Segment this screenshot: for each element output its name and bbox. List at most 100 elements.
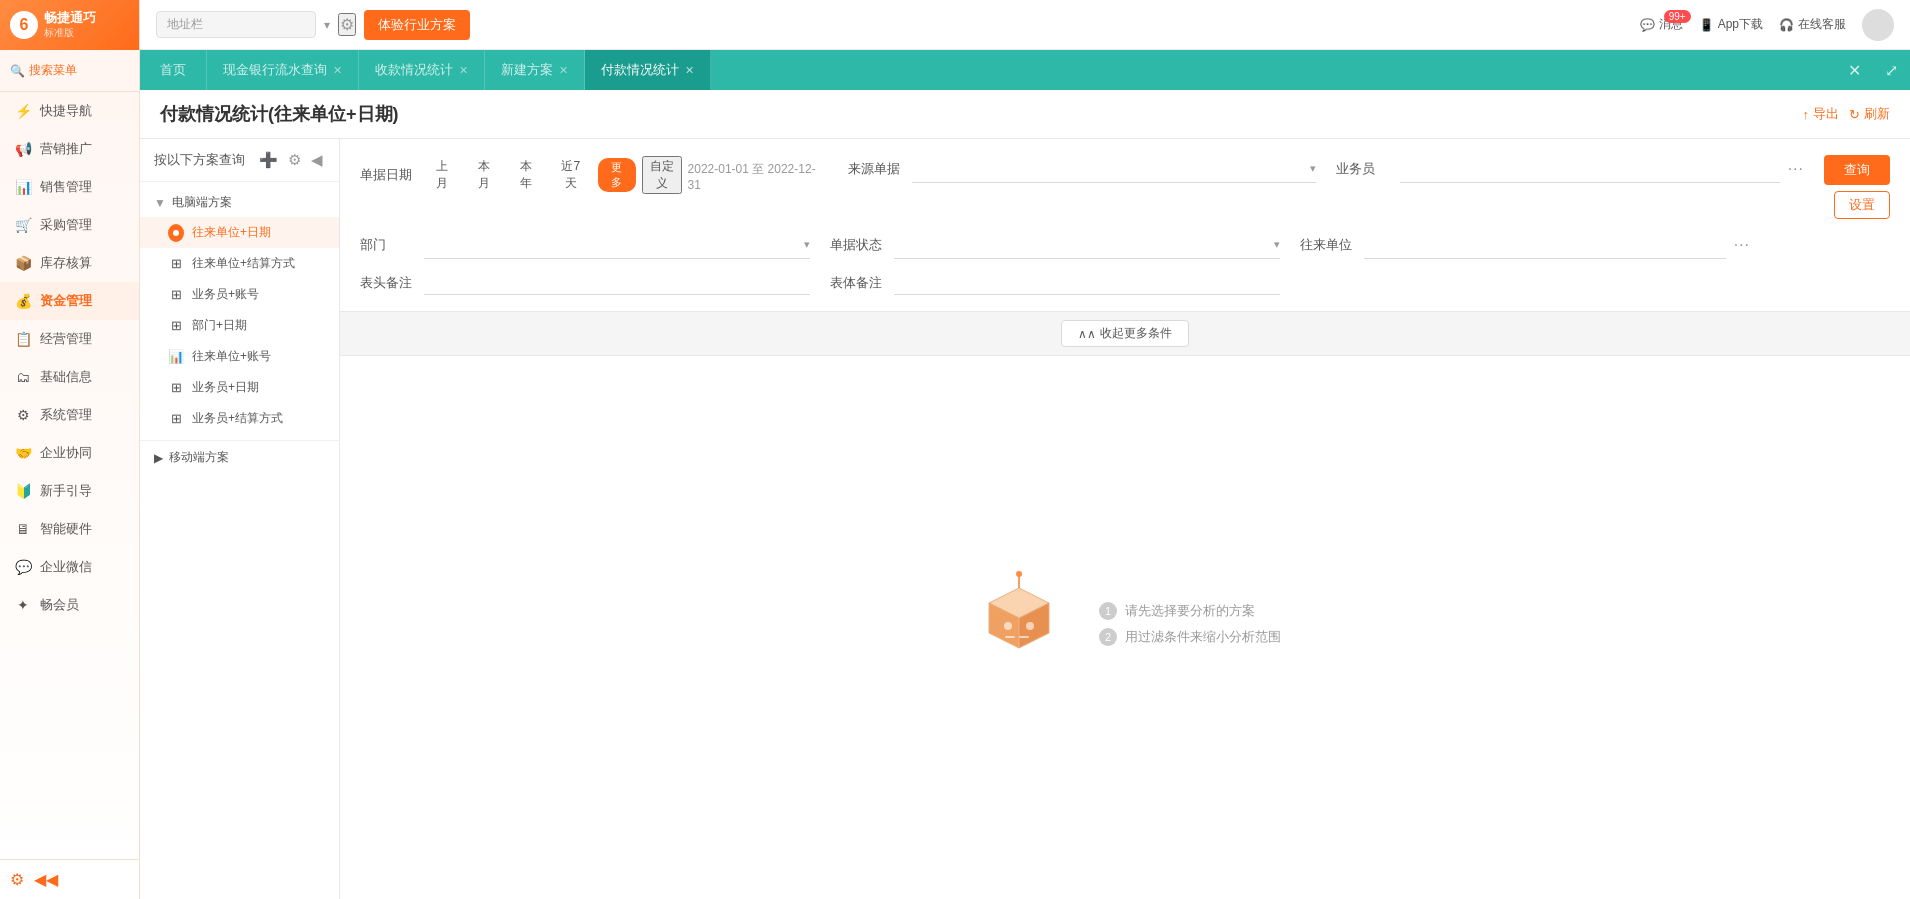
dept-select[interactable]: ▾: [424, 231, 810, 259]
date-more-btn[interactable]: 更多: [598, 158, 636, 192]
topbar: 地址栏 ▾ ⚙ 体验行业方案 💬 消息 99+ 📱 App下载 🎧 在线客服: [140, 0, 1910, 50]
service-button[interactable]: 🎧 在线客服: [1779, 16, 1846, 33]
tab-receipt-stats[interactable]: 收款情况统计 ✕: [359, 50, 485, 90]
scheme-grid-icon: ⊞: [168, 318, 184, 334]
collapse-btn-label: 收起更多条件: [1100, 325, 1172, 342]
sidebar-item-label: 新手引导: [40, 482, 92, 500]
export-button[interactable]: ↑ 导出: [1803, 105, 1840, 123]
scheme-item-salesperson-date[interactable]: ⊞ 业务员+日期: [140, 372, 339, 403]
topbar-gear-button[interactable]: ⚙: [338, 13, 356, 36]
body-note-input[interactable]: [894, 271, 1280, 295]
salesperson-more-icon[interactable]: ···: [1788, 160, 1804, 178]
collapse-conditions-button[interactable]: ∧∧ 收起更多条件: [1061, 320, 1189, 347]
source-select[interactable]: ▾: [912, 155, 1316, 183]
app-download-button[interactable]: 📱 App下载: [1699, 16, 1763, 33]
tab-new-scheme-close-icon[interactable]: ✕: [559, 64, 568, 77]
page-actions: ↑ 导出 ↻ 刷新: [1803, 105, 1891, 123]
date-this-month-btn[interactable]: 本月: [466, 155, 502, 195]
add-scheme-button[interactable]: ➕: [257, 149, 280, 171]
sidebar-item-hardware[interactable]: 🖥 智能硬件: [0, 510, 139, 548]
scheme-settings-button[interactable]: ⚙: [286, 149, 303, 171]
scheme-item-partner-settlement[interactable]: ⊞ 往来单位+结算方式: [140, 248, 339, 279]
date-custom-btn[interactable]: 自定义: [642, 156, 682, 194]
sidebar-item-system[interactable]: ⚙ 系统管理: [0, 396, 139, 434]
date-last-month-btn[interactable]: 上月: [424, 155, 460, 195]
purchase-icon: 🛒: [14, 216, 32, 234]
operation-icon: 📋: [14, 330, 32, 348]
main-content: 地址栏 ▾ ⚙ 体验行业方案 💬 消息 99+ 📱 App下载 🎧 在线客服: [140, 0, 1910, 899]
trial-button[interactable]: 体验行业方案: [364, 10, 470, 40]
message-button[interactable]: 💬 消息 99+: [1640, 16, 1683, 33]
scheme-item-partner-account[interactable]: 📊 往来单位+账号: [140, 341, 339, 372]
tab-receipt-stats-close-icon[interactable]: ✕: [459, 64, 468, 77]
cube-svg: [969, 568, 1069, 668]
desktop-group-header[interactable]: ▼ 电脑端方案: [140, 188, 339, 217]
sidebar-item-marketing[interactable]: 📢 营销推广: [0, 130, 139, 168]
sidebar-item-sales[interactable]: 📊 销售管理: [0, 168, 139, 206]
mobile-group-header[interactable]: ▶ 移动端方案: [140, 440, 339, 474]
refresh-button[interactable]: ↻ 刷新: [1849, 105, 1890, 123]
page-title: 付款情况统计(往来单位+日期): [160, 102, 399, 126]
sidebar-item-inventory[interactable]: 📦 库存核算: [0, 244, 139, 282]
tab-receipt-stats-label: 收款情况统计: [375, 61, 453, 79]
scheme-item-salesperson-settlement[interactable]: ⊞ 业务员+结算方式: [140, 403, 339, 434]
sidebar-item-label: 基础信息: [40, 368, 92, 386]
sidebar-logo: 6 畅捷通巧 标准版: [0, 0, 139, 50]
sidebar-item-label: 经营管理: [40, 330, 92, 348]
sidebar-item-purchase[interactable]: 🛒 采购管理: [0, 206, 139, 244]
filter-actions: 查询 设置: [1824, 155, 1890, 219]
collapse-sidebar-button[interactable]: ◀◀: [34, 870, 58, 889]
marketing-icon: 📢: [14, 140, 32, 158]
date-this-year-btn[interactable]: 本年: [508, 155, 544, 195]
scheme-panel-header: 按以下方案查询 ➕ ⚙ ◀: [140, 139, 339, 182]
date-7days-btn[interactable]: 近7天: [549, 155, 591, 195]
tab-bank-flow-close-icon[interactable]: ✕: [333, 64, 342, 77]
empty-text-group: 1 请先选择要分析的方案 2 用过滤条件来缩小分析范围: [1099, 602, 1281, 654]
logo-title: 畅捷通巧: [44, 10, 96, 26]
service-label: 在线客服: [1798, 16, 1846, 33]
tab-bank-flow[interactable]: 现金银行流水查询 ✕: [207, 50, 359, 90]
filter-source-item: 来源单据 ▾: [848, 155, 1316, 183]
headset-icon: 🎧: [1779, 18, 1794, 32]
scheme-grid-icon: ⊞: [168, 287, 184, 303]
sidebar-item-wechat[interactable]: 💬 企业微信: [0, 548, 139, 586]
sidebar-item-guide[interactable]: 🔰 新手引导: [0, 472, 139, 510]
tab-payment-stats[interactable]: 付款情况统计 ✕: [585, 50, 711, 90]
tab-new-scheme[interactable]: 新建方案 ✕: [485, 50, 585, 90]
sidebar-item-label: 库存核算: [40, 254, 92, 272]
scheme-item-dept-date[interactable]: ⊞ 部门+日期: [140, 310, 339, 341]
mobile-group-label: 移动端方案: [169, 449, 229, 466]
scheme-item-salesperson-account[interactable]: ⊞ 业务员+账号: [140, 279, 339, 310]
tab-payment-stats-close-icon[interactable]: ✕: [685, 64, 694, 77]
filter-settings-button[interactable]: 设置: [1834, 191, 1890, 219]
header-note-input[interactable]: [424, 271, 810, 295]
topbar-left: 地址栏 ▾ ⚙ 体验行业方案: [156, 10, 1630, 40]
sidebar-item-enterprise[interactable]: 🤝 企业协同: [0, 434, 139, 472]
search-menu-button[interactable]: 🔍 搜索菜单: [10, 58, 129, 83]
query-button[interactable]: 查询: [1824, 155, 1890, 185]
maximize-button[interactable]: ⤢: [1873, 50, 1910, 90]
settings-gear-button[interactable]: ⚙: [10, 870, 24, 889]
step-1-number: 1: [1099, 602, 1117, 620]
partner-more-icon[interactable]: ···: [1734, 236, 1750, 254]
step-2-text: 用过滤条件来缩小分析范围: [1125, 628, 1281, 646]
sidebar-item-operation[interactable]: 📋 经营管理: [0, 320, 139, 358]
filter-status-item: 单据状态 ▾: [830, 231, 1280, 259]
sales-icon: 📊: [14, 178, 32, 196]
scheme-item-partner-date[interactable]: 往来单位+日期: [140, 217, 339, 248]
tab-home[interactable]: 首页: [140, 50, 207, 90]
sidebar-item-quick-nav[interactable]: ⚡ 快捷导航: [0, 92, 139, 130]
svg-rect-6: [1019, 636, 1029, 638]
status-select[interactable]: ▾: [894, 231, 1280, 259]
tab-home-label: 首页: [160, 61, 186, 79]
collapse-panel-button[interactable]: ◀: [309, 149, 325, 171]
sidebar-item-member[interactable]: ✦ 畅会员: [0, 586, 139, 624]
empty-illustration: [969, 568, 1069, 668]
page-content: 付款情况统计(往来单位+日期) ↑ 导出 ↻ 刷新 按以下方案查询 ➕: [140, 90, 1910, 899]
app-icon: 📱: [1699, 18, 1714, 32]
address-chevron-icon[interactable]: ▾: [324, 18, 330, 32]
avatar[interactable]: [1862, 9, 1894, 41]
sidebar-item-fund[interactable]: 💰 资金管理: [0, 282, 139, 320]
close-all-tabs-button[interactable]: ✕: [1836, 50, 1873, 90]
sidebar-item-basic[interactable]: 🗂 基础信息: [0, 358, 139, 396]
